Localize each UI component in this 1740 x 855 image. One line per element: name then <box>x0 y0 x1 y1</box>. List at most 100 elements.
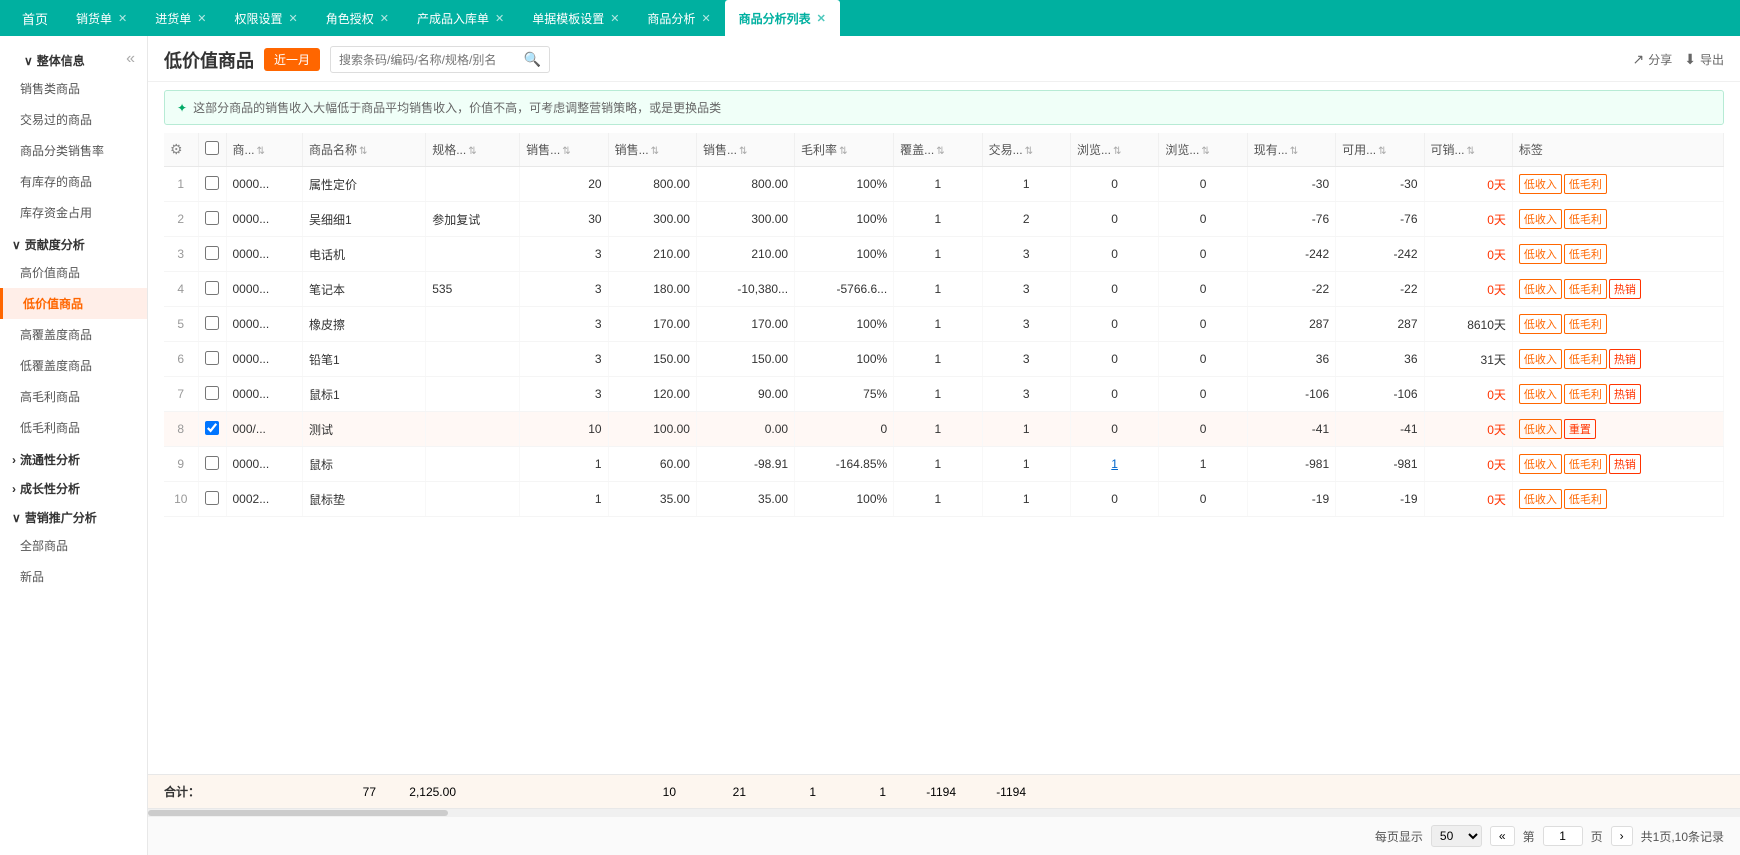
th-spec[interactable]: 规格...⇅ <box>426 133 520 167</box>
row-sales-amount: 100.00 <box>608 412 696 447</box>
row-gross-margin: -5766.6... <box>795 272 894 307</box>
row-name: 属性定价 <box>303 167 426 202</box>
row-stock-sale: 0天 <box>1424 272 1512 307</box>
sidebar-item-stock-products[interactable]: 有库存的商品 <box>0 166 147 197</box>
first-page-btn[interactable]: « <box>1490 826 1515 846</box>
th-settings[interactable]: ⚙ <box>164 133 198 167</box>
row-name: 电话机 <box>303 237 426 272</box>
nav-close-permissions[interactable]: ✕ <box>289 12 298 25</box>
th-tag[interactable]: 标签 <box>1512 133 1723 167</box>
tag-badge: 热销 <box>1609 279 1641 299</box>
row-transaction: 3 <box>982 272 1070 307</box>
total-view1: 1 <box>752 785 822 799</box>
row-stock-current: -106 <box>1247 377 1335 412</box>
tag-badge: 热销 <box>1609 454 1641 474</box>
sidebar-item-high-margin[interactable]: 高毛利商品 <box>0 381 147 412</box>
nav-sales[interactable]: 销货单 ✕ <box>62 0 141 36</box>
nav-close-product-list[interactable]: ✕ <box>817 12 826 25</box>
sidebar-item-traded-products[interactable]: 交易过的商品 <box>0 104 147 135</box>
row-checkbox[interactable] <box>205 176 219 190</box>
row-checkbox[interactable] <box>205 316 219 330</box>
sidebar-collapse-btn[interactable]: « <box>126 50 135 68</box>
row-checkbox[interactable] <box>205 281 219 295</box>
tag-badge: 低毛利 <box>1564 209 1607 229</box>
nav-close-products-in[interactable]: ✕ <box>495 12 504 25</box>
row-check <box>198 202 226 237</box>
nav-template[interactable]: 单据模板设置 ✕ <box>518 0 633 36</box>
row-name: 鼠标垫 <box>303 482 426 517</box>
row-stock-sale: 0天 <box>1424 482 1512 517</box>
nav-home[interactable]: 首页 <box>8 0 62 36</box>
nav-product-analysis[interactable]: 商品分析 ✕ <box>633 0 724 36</box>
nav-product-list[interactable]: 商品分析列表 ✕ <box>725 0 840 36</box>
th-sales-amount[interactable]: 销售...⇅ <box>608 133 696 167</box>
th-transaction[interactable]: 交易...⇅ <box>982 133 1070 167</box>
sidebar-group-growth[interactable]: › 成长性分析 <box>0 472 147 501</box>
th-view1[interactable]: 浏览...⇅ <box>1070 133 1158 167</box>
th-name[interactable]: 商品名称⇅ <box>303 133 426 167</box>
sidebar-item-stock-capital[interactable]: 库存资金占用 <box>0 197 147 228</box>
th-code[interactable]: 商...⇅ <box>226 133 303 167</box>
page-size-select[interactable]: 50 100 200 <box>1431 825 1482 847</box>
search-input[interactable] <box>339 53 520 67</box>
nav-close-roles[interactable]: ✕ <box>380 12 389 25</box>
row-coverage: 1 <box>894 447 982 482</box>
row-checkbox[interactable] <box>205 211 219 225</box>
search-icon[interactable]: 🔍 <box>524 51 541 68</box>
th-sales-profit[interactable]: 销售...⇅ <box>696 133 794 167</box>
row-checkbox[interactable] <box>205 456 219 470</box>
row-spec <box>426 447 520 482</box>
sidebar-item-category-sales-rate[interactable]: 商品分类销售率 <box>0 135 147 166</box>
pagination: 每页显示 50 100 200 « 第 页 › 共1页,10条记录 <box>148 817 1740 855</box>
nav-close-purchase[interactable]: ✕ <box>197 12 206 25</box>
th-coverage[interactable]: 覆盖...⇅ <box>894 133 982 167</box>
sidebar-group-circulation[interactable]: › 流通性分析 <box>0 443 147 472</box>
sidebar-item-high-value[interactable]: 高价值商品 <box>0 257 147 288</box>
th-stock-sale[interactable]: 可销...⇅ <box>1424 133 1512 167</box>
tag-badge: 低收入 <box>1519 209 1562 229</box>
row-name: 铅笔1 <box>303 342 426 377</box>
th-view2[interactable]: 浏览...⇅ <box>1159 133 1247 167</box>
sidebar-item-sales-products[interactable]: 销售类商品 <box>0 73 147 104</box>
settings-icon[interactable]: ⚙ <box>170 141 183 157</box>
sidebar-item-low-coverage[interactable]: 低覆盖度商品 <box>0 350 147 381</box>
filter-month-btn[interactable]: 近一月 <box>264 48 320 71</box>
nav-close-sales[interactable]: ✕ <box>118 12 127 25</box>
row-checkbox[interactable] <box>205 351 219 365</box>
row-checkbox[interactable] <box>205 491 219 505</box>
sidebar-item-high-coverage[interactable]: 高覆盖度商品 <box>0 319 147 350</box>
select-all-checkbox[interactable] <box>205 141 219 155</box>
total-info: 共1页,10条记录 <box>1641 828 1724 845</box>
row-stock-current: -19 <box>1247 482 1335 517</box>
row-checkbox[interactable] <box>205 386 219 400</box>
export-btn[interactable]: ⬇ 导出 <box>1684 51 1724 68</box>
view1-value: 0 <box>1111 212 1118 226</box>
sidebar-item-low-margin[interactable]: 低毛利商品 <box>0 412 147 443</box>
nav-close-product-analysis[interactable]: ✕ <box>701 12 710 25</box>
sidebar-item-new-products[interactable]: 新品 <box>0 561 147 592</box>
view1-link[interactable]: 1 <box>1111 457 1118 471</box>
row-stock-sale: 8610天 <box>1424 307 1512 342</box>
row-spec <box>426 377 520 412</box>
sidebar-item-low-value[interactable]: 低价值商品 <box>0 288 147 319</box>
th-stock-available[interactable]: 可用...⇅ <box>1336 133 1424 167</box>
next-page-btn[interactable]: › <box>1611 826 1633 846</box>
page-input[interactable] <box>1543 826 1583 846</box>
row-checkbox[interactable] <box>205 421 219 435</box>
row-transaction: 3 <box>982 237 1070 272</box>
nav-purchase[interactable]: 进货单 ✕ <box>141 0 220 36</box>
view1-value: 0 <box>1111 492 1118 506</box>
nav-products-in[interactable]: 产成品入库单 ✕ <box>403 0 518 36</box>
scrollbar-thumb[interactable] <box>148 810 448 816</box>
th-sales-qty[interactable]: 销售...⇅ <box>520 133 608 167</box>
sidebar: ∨ 整体信息 « 销售类商品 交易过的商品 商品分类销售率 有库存的商品 库存资… <box>0 36 148 855</box>
nav-roles[interactable]: 角色授权 ✕ <box>312 0 403 36</box>
th-gross-margin[interactable]: 毛利率⇅ <box>795 133 894 167</box>
horizontal-scrollbar[interactable] <box>148 809 1740 817</box>
sidebar-item-all-products[interactable]: 全部商品 <box>0 530 147 561</box>
row-checkbox[interactable] <box>205 246 219 260</box>
th-stock-current[interactable]: 现有...⇅ <box>1247 133 1335 167</box>
nav-permissions[interactable]: 权限设置 ✕ <box>220 0 311 36</box>
share-btn[interactable]: ↗ 分享 <box>1633 51 1673 68</box>
nav-close-template[interactable]: ✕ <box>610 12 619 25</box>
